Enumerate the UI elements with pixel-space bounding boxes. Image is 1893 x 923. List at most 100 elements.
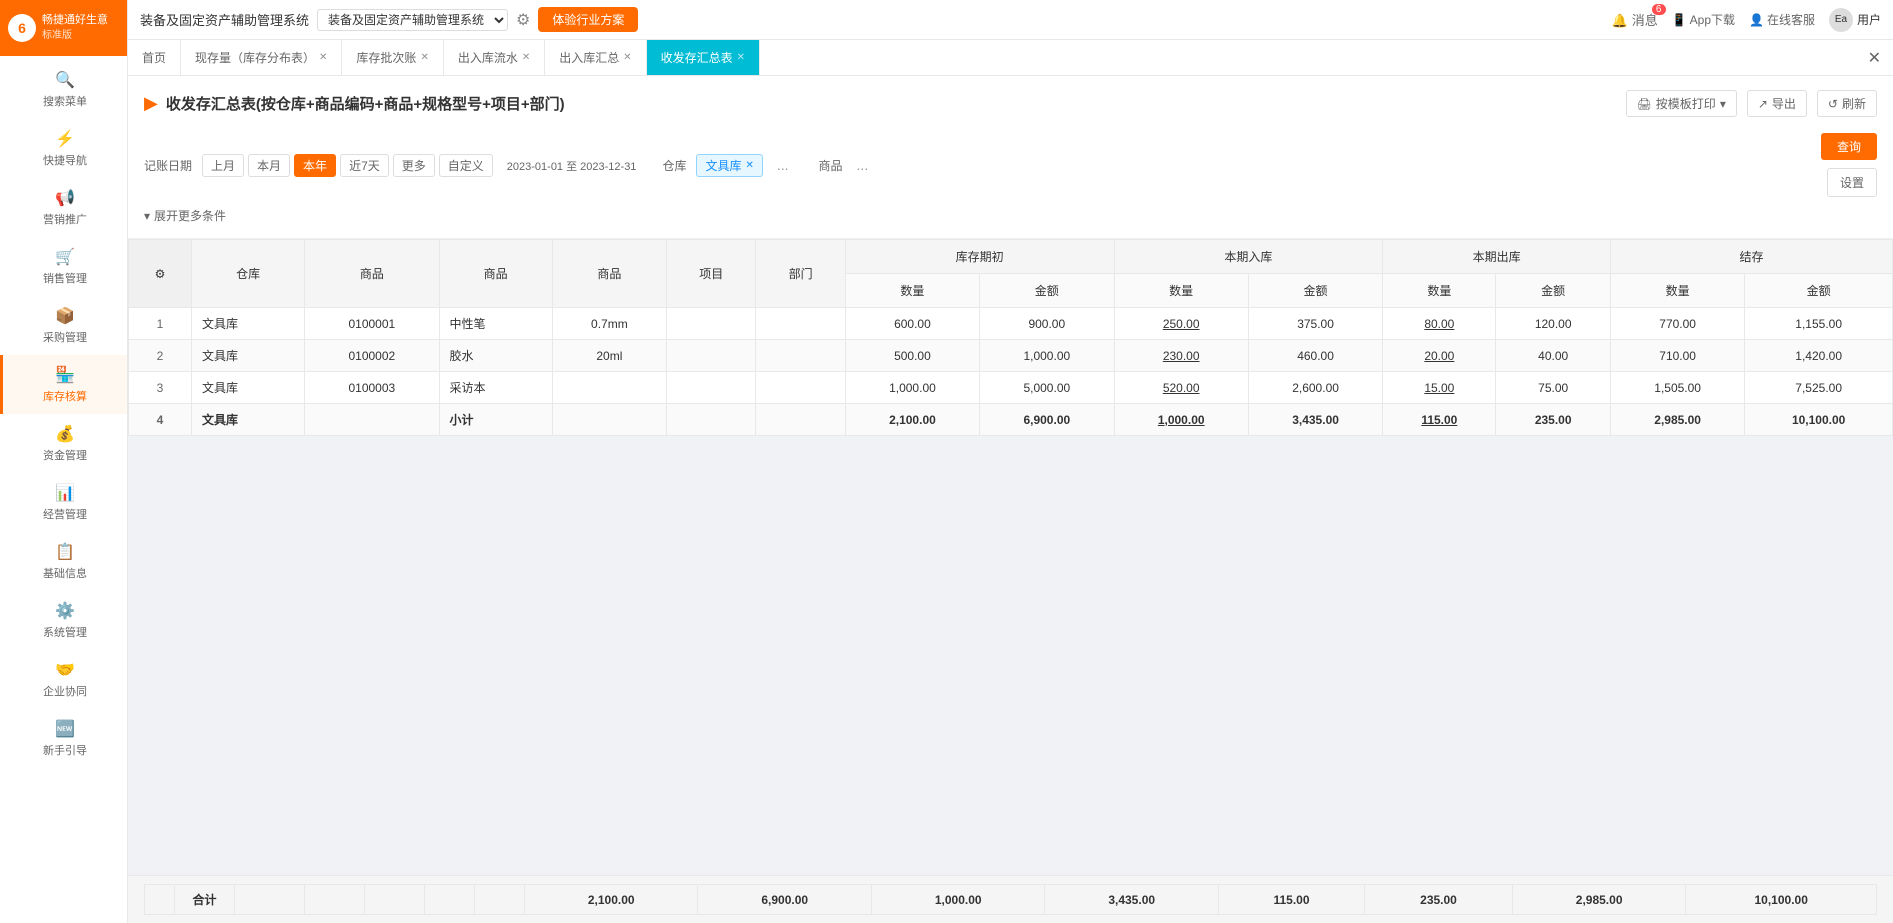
chevron-down-icon: ▾ xyxy=(144,209,150,223)
th-dept: 部门 xyxy=(756,240,845,308)
tab-close-icon[interactable]: ✕ xyxy=(522,52,530,63)
query-button[interactable]: 查询 xyxy=(1821,133,1877,160)
filter-settings-button[interactable]: 设置 xyxy=(1827,168,1877,197)
print-icon: 🖨 xyxy=(1637,97,1652,111)
row-close-qty: 710.00 xyxy=(1610,340,1744,372)
row-out-qty[interactable]: 80.00 xyxy=(1383,308,1496,340)
row-out-amt: 120.00 xyxy=(1496,308,1611,340)
refresh-button[interactable]: ↺ 刷新 xyxy=(1817,90,1877,117)
row-in-qty[interactable]: 230.00 xyxy=(1114,340,1248,372)
th-out-qty: 数量 xyxy=(1383,274,1496,308)
sidebar-item-inventory[interactable]: 🏪 库存核算 xyxy=(0,355,127,414)
date-this-month-btn[interactable]: 本月 xyxy=(248,154,290,177)
tab-inventory-dist[interactable]: 现存量（库存分布表） ✕ xyxy=(181,40,342,76)
date-last-month-btn[interactable]: 上月 xyxy=(202,154,244,177)
row-dept xyxy=(756,308,845,340)
row-in-qty[interactable]: 520.00 xyxy=(1114,372,1248,404)
sidebar-item-system[interactable]: ⚙️ 系统管理 xyxy=(0,591,127,650)
tab-inout-flow[interactable]: 出入库流水 ✕ xyxy=(444,40,545,76)
row-open-amt: 5,000.00 xyxy=(980,372,1114,404)
th-name: 商品 xyxy=(439,240,552,308)
footer-close-amt: 10,100.00 xyxy=(1686,885,1877,915)
tab-batch[interactable]: 库存批次账 ✕ xyxy=(342,40,443,76)
warehouse-tag-value: 文具库 xyxy=(705,157,741,174)
user-menu[interactable]: Ea 用户 xyxy=(1829,8,1881,32)
row-close-qty: 1,505.00 xyxy=(1610,372,1744,404)
settings-icon[interactable]: ⚙ xyxy=(516,10,530,30)
sidebar-item-label: 采购管理 xyxy=(43,329,87,345)
row-dept xyxy=(756,340,845,372)
sidebar-nav: 🔍 搜索菜单 ⚡ 快捷导航 📢 营销推广 🛒 销售管理 📦 采购管理 🏪 xyxy=(0,56,127,923)
date-this-year-btn[interactable]: 本年 xyxy=(294,154,336,177)
warehouse-more-icon[interactable]: ... xyxy=(777,157,789,173)
th-out: 本期出库 xyxy=(1383,240,1611,274)
th-warehouse: 仓库 xyxy=(192,240,305,308)
page-title: 收发存汇总表(按仓库+商品编码+商品+规格型号+项目+部门) xyxy=(166,93,565,114)
row-out-qty[interactable]: 20.00 xyxy=(1383,340,1496,372)
row-code: 0100003 xyxy=(305,372,439,404)
row-spec: 0.7mm xyxy=(552,308,666,340)
row-name: 小计 xyxy=(439,404,552,436)
expand-more-btn[interactable]: ▾ 展开更多条件 xyxy=(144,201,226,228)
sidebar-item-marketing[interactable]: 📢 营销推广 xyxy=(0,178,127,237)
row-code: 0100002 xyxy=(305,340,439,372)
sidebar-item-quick-nav[interactable]: ⚡ 快捷导航 xyxy=(0,119,127,178)
goods-more-icon[interactable]: ... xyxy=(857,157,869,173)
store-icon: 🏪 xyxy=(55,365,75,385)
logo-text: 畅捷通好生意 标准版 xyxy=(42,13,108,42)
sidebar-item-basic[interactable]: 📋 基础信息 xyxy=(0,532,127,591)
row-name: 采访本 xyxy=(439,372,552,404)
row-spec xyxy=(552,372,666,404)
sidebar-item-operations[interactable]: 📊 经营管理 xyxy=(0,473,127,532)
sidebar-item-search[interactable]: 🔍 搜索菜单 xyxy=(0,60,127,119)
date-custom-btn[interactable]: 自定义 xyxy=(439,154,493,177)
tab-recv-send-summary[interactable]: 收发存汇总表 ✕ xyxy=(647,40,760,76)
sidebar-item-enterprise[interactable]: 🤝 企业协同 xyxy=(0,650,127,709)
online-service-link[interactable]: 👤 在线客服 xyxy=(1749,11,1815,28)
close-all-tabs-button[interactable]: ✕ xyxy=(1856,48,1893,68)
system-select[interactable]: 装备及固定资产辅助管理系统 xyxy=(317,9,508,31)
sidebar-item-label: 营销推广 xyxy=(43,211,87,227)
bottom-bar: 合计 2,100.00 6,900.00 1,000.00 3,435.00 1… xyxy=(128,875,1893,923)
message-button[interactable]: 🔔 消息 6 xyxy=(1612,10,1658,29)
warehouse-tag-remove-icon[interactable]: ✕ xyxy=(745,160,753,171)
date-more-btn[interactable]: 更多 xyxy=(393,154,435,177)
filter-actions: 查询 设置 xyxy=(1821,133,1877,197)
experience-button[interactable]: 体验行业方案 xyxy=(538,7,638,32)
sidebar-item-label: 销售管理 xyxy=(43,270,87,286)
tab-home[interactable]: 首页 xyxy=(128,40,181,76)
row-open-amt: 1,000.00 xyxy=(980,340,1114,372)
sidebar-item-sales[interactable]: 🛒 销售管理 xyxy=(0,237,127,296)
row-out-qty[interactable]: 115.00 xyxy=(1383,404,1496,436)
row-warehouse: 文具库 xyxy=(192,404,305,436)
row-in-qty[interactable]: 250.00 xyxy=(1114,308,1248,340)
footer-label: 合计 xyxy=(175,885,235,915)
row-project xyxy=(667,372,756,404)
row-in-qty[interactable]: 1,000.00 xyxy=(1114,404,1248,436)
th-spec: 商品 xyxy=(552,240,666,308)
row-out-amt: 235.00 xyxy=(1496,404,1611,436)
tab-inout-summary[interactable]: 出入库汇总 ✕ xyxy=(545,40,646,76)
tab-close-icon[interactable]: ✕ xyxy=(420,52,428,63)
tab-close-icon[interactable]: ✕ xyxy=(737,52,745,63)
flash-icon: ⚡ xyxy=(55,129,75,149)
sidebar-item-purchase[interactable]: 📦 采购管理 xyxy=(0,296,127,355)
sidebar-item-finance[interactable]: 💰 资金管理 xyxy=(0,414,127,473)
username-label: 用户 xyxy=(1857,11,1881,28)
footer-in-qty: 1,000.00 xyxy=(871,885,1044,915)
search-icon: 🔍 xyxy=(55,70,75,90)
avatar: Ea xyxy=(1829,8,1853,32)
date-7days-btn[interactable]: 近7天 xyxy=(340,154,389,177)
filter-area: 记账日期 上月 本月 本年 近7天 更多 自定义 2023-01-01 至 20… xyxy=(128,127,1893,239)
expand-toggle-icon[interactable]: ▶ xyxy=(144,93,158,114)
row-out-qty[interactable]: 15.00 xyxy=(1383,372,1496,404)
export-button[interactable]: ↗ 导出 xyxy=(1747,90,1807,117)
row-spec: 20ml xyxy=(552,340,666,372)
app-download-link[interactable]: 📱 App下载 xyxy=(1672,11,1735,28)
sidebar-item-guide[interactable]: 🆕 新手引导 xyxy=(0,709,127,768)
tab-close-icon[interactable]: ✕ xyxy=(319,52,327,63)
template-print-button[interactable]: 🖨 按模板打印 ▾ xyxy=(1626,90,1737,117)
tab-label: 库存批次账 xyxy=(356,49,416,66)
row-open-amt: 6,900.00 xyxy=(980,404,1114,436)
tab-close-icon[interactable]: ✕ xyxy=(623,52,631,63)
